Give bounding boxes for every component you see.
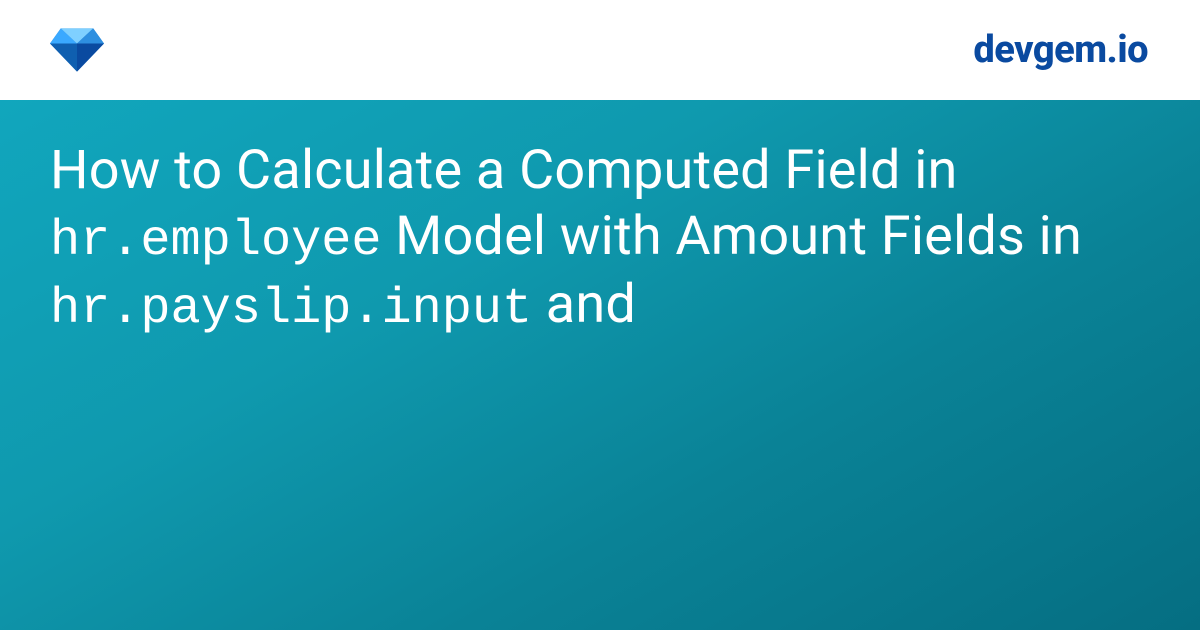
- title-code-segment: hr.employee: [50, 213, 382, 270]
- title-code-segment: hr.payslip.input: [50, 281, 532, 338]
- title-text-segment: Model with Amount Fields in: [382, 205, 1083, 268]
- brand-wordmark: devgem.io: [973, 28, 1148, 72]
- header: devgem.io: [0, 0, 1200, 100]
- og-card: devgem.io How to Calculate a Computed Fi…: [0, 0, 1200, 630]
- title-text-segment: and: [532, 273, 636, 336]
- hero: How to Calculate a Computed Field in hr.…: [0, 100, 1200, 630]
- gem-icon: [50, 28, 104, 72]
- page-title: How to Calculate a Computed Field in hr.…: [50, 138, 1150, 340]
- title-text-segment: How to Calculate a Computed Field in: [50, 139, 958, 202]
